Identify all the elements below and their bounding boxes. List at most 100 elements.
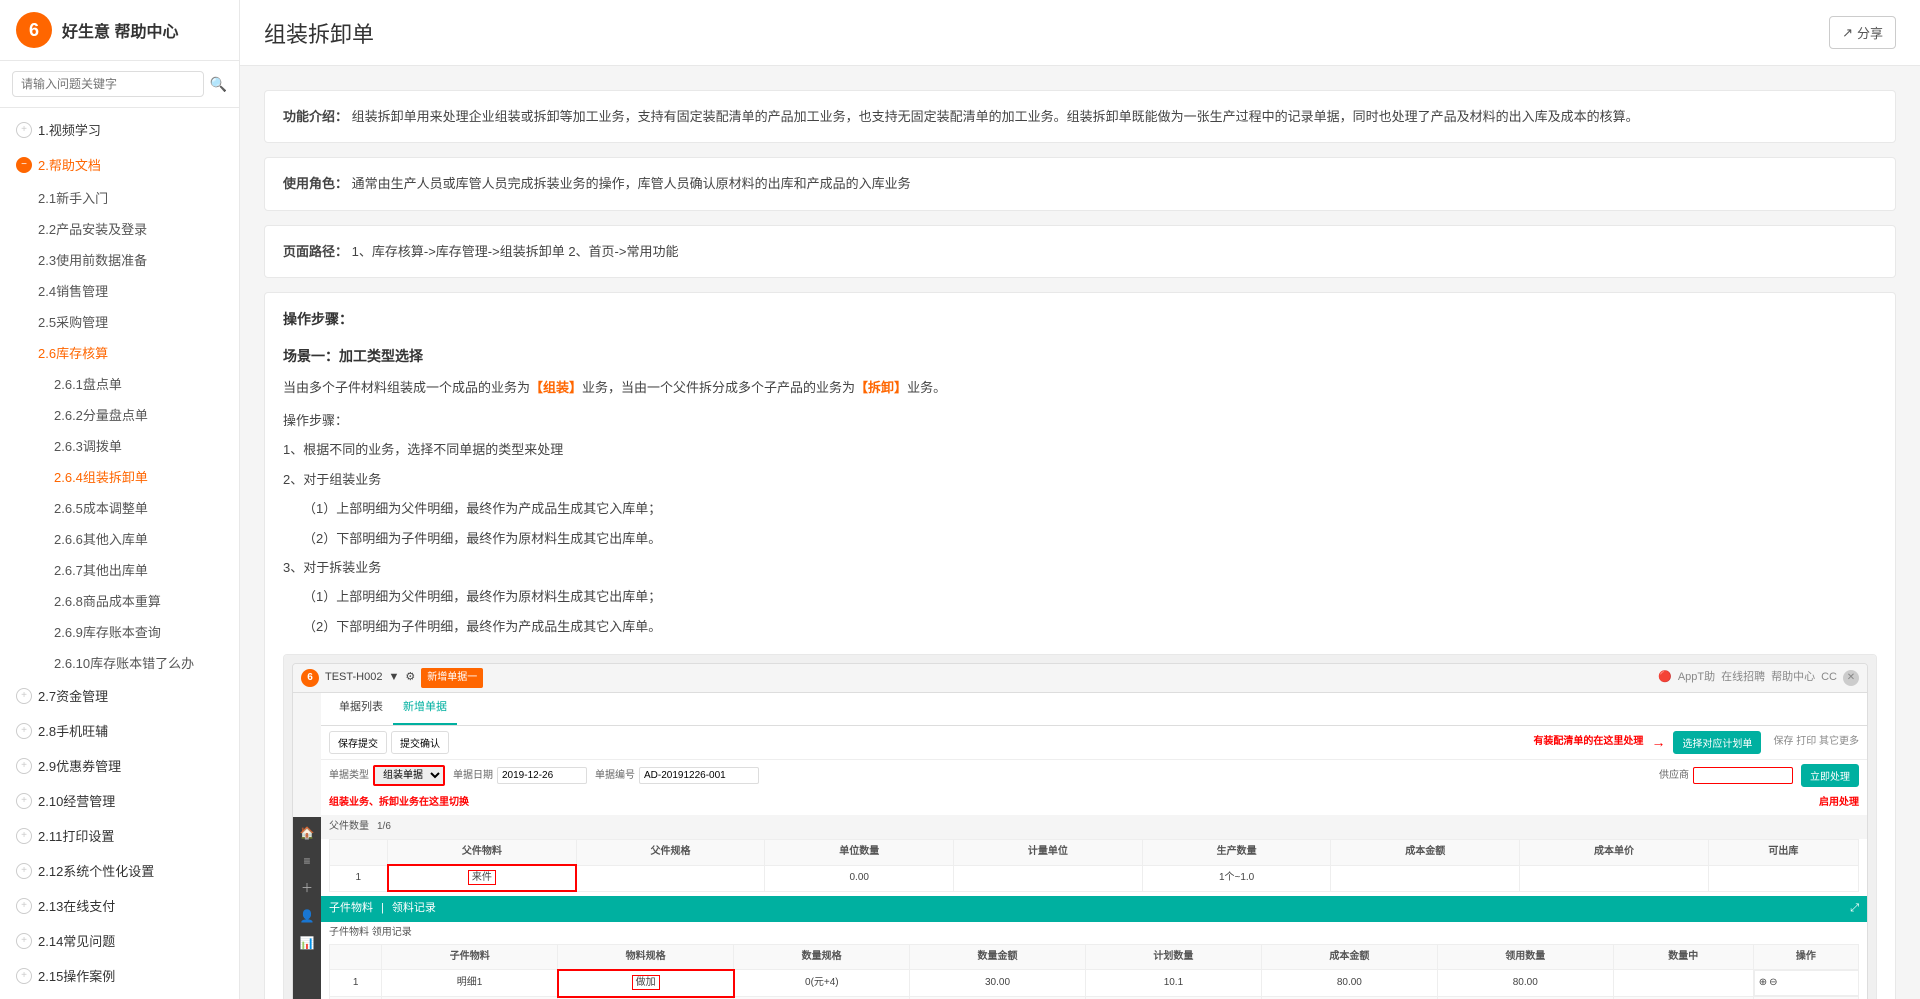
sidebar-item-2-1[interactable]: 2.1新手入门	[0, 182, 239, 213]
field-type: 单据类型 组装单据 拆卸单据	[329, 765, 445, 786]
sidebar-item-2-6-2[interactable]: 2.6.2分量盘点单	[0, 399, 239, 430]
lower-subheader: 子件物料 领用记录	[329, 924, 412, 942]
nav-plus-icon: ＋	[301, 878, 313, 900]
cell-avail	[1708, 865, 1858, 891]
step3-1: （1）上部明细为父件明细，最终作为原材料生成其它出库单；	[303, 585, 1877, 608]
sidebar-label-2-8: 2.8手机旺辅	[38, 721, 108, 740]
sidebar-label-2-12: 2.12系统个性化设置	[38, 861, 154, 880]
highlight-1: 【组装】	[530, 380, 582, 395]
lrow1-op: ⊕⊖	[1754, 970, 1859, 996]
arrow-icon-1: →	[1651, 730, 1665, 755]
field-no: 单据编号	[595, 767, 759, 785]
nav-user-icon: 👤	[300, 906, 315, 928]
sidebar-item-2-9[interactable]: + 2.9优惠券管理	[0, 748, 239, 783]
annotation3-area: 启用处理	[1819, 794, 1859, 812]
annotation1-text: 有装配清单的在这里处理	[1533, 733, 1643, 751]
path-text: 1、库存核算->库存管理->组装拆卸单 2、首页->常用功能	[352, 244, 679, 259]
sidebar-item-2-6-9[interactable]: 2.6.9库存账本查询	[0, 616, 239, 647]
field-no-input[interactable]	[639, 767, 759, 784]
lower-table-container: 子件物料 物料规格 数量规格 数量金额 计划数量 成本金额 领用数量	[321, 944, 1867, 999]
step2: 2、对于组装业务	[283, 468, 1877, 491]
sidebar-item-2-6-5[interactable]: 2.6.5成本调整单	[0, 492, 239, 523]
sidebar-item-2-10[interactable]: + 2.10经营管理	[0, 783, 239, 818]
field-supplier-input[interactable]	[1693, 767, 1793, 784]
sidebar-item-2-6-3[interactable]: 2.6.3调拨单	[0, 430, 239, 461]
plus-icon-2-10: +	[16, 793, 32, 809]
sidebar-label-2-15: 2.15操作案例	[38, 966, 115, 985]
cell-parent-item: 来件	[388, 865, 577, 891]
sidebar-item-2-7[interactable]: + 2.7资金管理	[0, 678, 239, 713]
sidebar-item-2-4[interactable]: 2.4销售管理	[0, 275, 239, 306]
field-supplier-label: 供应商	[1659, 767, 1689, 785]
app-plan-btn[interactable]: 选择对应计划单	[1673, 731, 1761, 754]
annotation1-area: 有装配清单的在这里处理 → 选择对应计划单 保存 打印 其它更多	[1533, 730, 1859, 755]
brand-name: 好生意 帮助中心	[62, 18, 178, 42]
lrow1-qty-spec: 0(元+4)	[734, 970, 910, 997]
field-date-input[interactable]	[497, 767, 587, 784]
minus-icon-2: −	[16, 157, 32, 173]
sidebar-item-2-6[interactable]: 2.6库存核算	[0, 337, 239, 368]
sidebar-item-2-14[interactable]: + 2.14常见问题	[0, 923, 239, 958]
sidebar-item-2-2[interactable]: 2.2产品安装及登录	[0, 213, 239, 244]
sidebar-item-2-6-7[interactable]: 2.6.7其他出库单	[0, 554, 239, 585]
lcol-plan-qty: 计划数量	[1085, 944, 1261, 970]
sidebar-item-2-6-10[interactable]: 2.6.10库存账本错了么办	[0, 647, 239, 678]
sidebar-item-2[interactable]: − 2.帮助文档	[0, 147, 239, 182]
plus-icon-2-8: +	[16, 723, 32, 739]
sidebar-item-2-13[interactable]: + 2.13在线支付	[0, 888, 239, 923]
app-tab-list[interactable]: 单据列表	[329, 693, 393, 725]
sidebar: 6 好生意 帮助中心 🔍 + 1.视频学习 − 2.帮助文档 2.1新手入门 2…	[0, 0, 240, 999]
lower-section-tab2[interactable]: 领料记录	[392, 899, 436, 919]
app-save-btn[interactable]: 保存提交	[329, 731, 387, 754]
app-tab-new[interactable]: 新增单据	[393, 693, 457, 725]
sidebar-label-2-11: 2.11打印设置	[38, 826, 114, 845]
sidebar-item-2-8[interactable]: + 2.8手机旺辅	[0, 713, 239, 748]
sidebar-item-2-3[interactable]: 2.3使用前数据准备	[0, 244, 239, 275]
field-supplier: 供应商	[1659, 767, 1793, 785]
sidebar-item-2-11[interactable]: + 2.11打印设置	[0, 818, 239, 853]
annotation4-row: 子件物料 领用记录	[321, 922, 1867, 944]
lower-section-sep: |	[381, 899, 384, 919]
cell-parent-spec	[576, 865, 765, 891]
lower-section-tab1[interactable]: 子件物料	[329, 899, 373, 919]
app-toolbar-left: 保存提交 提交确认	[329, 731, 449, 754]
sidebar-label-1: 1.视频学习	[38, 120, 101, 139]
lcol-item: 子件物料	[382, 944, 558, 970]
sidebar-item-2-12[interactable]: + 2.12系统个性化设置	[0, 853, 239, 888]
app-confirm2-btn[interactable]: 立即处理	[1801, 764, 1859, 787]
app-appt: AppT助	[1678, 668, 1715, 688]
sidebar-item-2-5[interactable]: 2.5采购管理	[0, 306, 239, 337]
nav-home-icon: 🏠	[300, 823, 315, 845]
field-type-select[interactable]: 组装单据 拆卸单据	[373, 765, 445, 786]
app-gear-icon: ⚙	[405, 668, 415, 688]
close-icon[interactable]: ✕	[1843, 670, 1859, 686]
intro-text: 组装拆卸单用来处理企业组装或拆卸等加工业务，支持有固定装配清单的产品加工业务，也…	[352, 109, 1639, 124]
lcol-checkbox	[330, 944, 382, 970]
sidebar-item-2-6-1[interactable]: 2.6.1盘点单	[0, 368, 239, 399]
content-area: 功能介绍： 组装拆卸单用来处理企业组装或拆卸等加工业务，支持有固定装配清单的产品…	[240, 66, 1920, 999]
share-button[interactable]: ↗ 分享	[1829, 16, 1896, 49]
sidebar-item-2-6-8[interactable]: 2.6.8商品成本重算	[0, 585, 239, 616]
col-unit-qty: 单位数量	[765, 840, 954, 866]
cell-prod-qty: 1个~1.0	[1142, 865, 1331, 891]
nav-list-icon: ≡	[303, 851, 310, 873]
table-row: 1 来件 0.00 1个~1.0	[330, 865, 1859, 891]
screenshot-inner: 6 TEST-H002 ▼ ⚙ 新增单据一 🔴 AppT助 在线招聘 帮助中心	[284, 655, 1876, 999]
sidebar-item-2-6-6[interactable]: 2.6.6其他入库单	[0, 523, 239, 554]
cell-cost-unit	[1520, 865, 1709, 891]
app-confirm-btn[interactable]: 提交确认	[391, 731, 449, 754]
app-left-nav: 🏠 ≡ ＋ 👤 📊	[293, 817, 321, 999]
sidebar-label-2-13: 2.13在线支付	[38, 896, 115, 915]
upper-table: 父件物料 父件规格 单位数量 计量单位 生产数量 成本金额 成本单价	[329, 839, 1859, 892]
sidebar-item-2-15[interactable]: + 2.15操作案例	[0, 958, 239, 993]
lcol-qty-spec: 数量规格	[734, 944, 910, 970]
step3-2: （2）下部明细为子件明细，最终作为产成品生成其它入库单。	[303, 615, 1877, 638]
page-title: 组装拆卸单	[264, 17, 374, 49]
app-help: 帮助中心	[1771, 668, 1815, 688]
sidebar-item-1[interactable]: + 1.视频学习	[0, 112, 239, 147]
search-input[interactable]	[12, 71, 204, 97]
col-cost-amt: 成本金额	[1331, 840, 1520, 866]
sidebar-item-2-6-4[interactable]: 2.6.4组装拆卸单	[0, 461, 239, 492]
search-button[interactable]: 🔍	[210, 76, 227, 93]
steps-block: 操作步骤： 场景一：加工类型选择 当由多个子件材料组装成一个成品的业务为【组装】…	[264, 292, 1896, 999]
